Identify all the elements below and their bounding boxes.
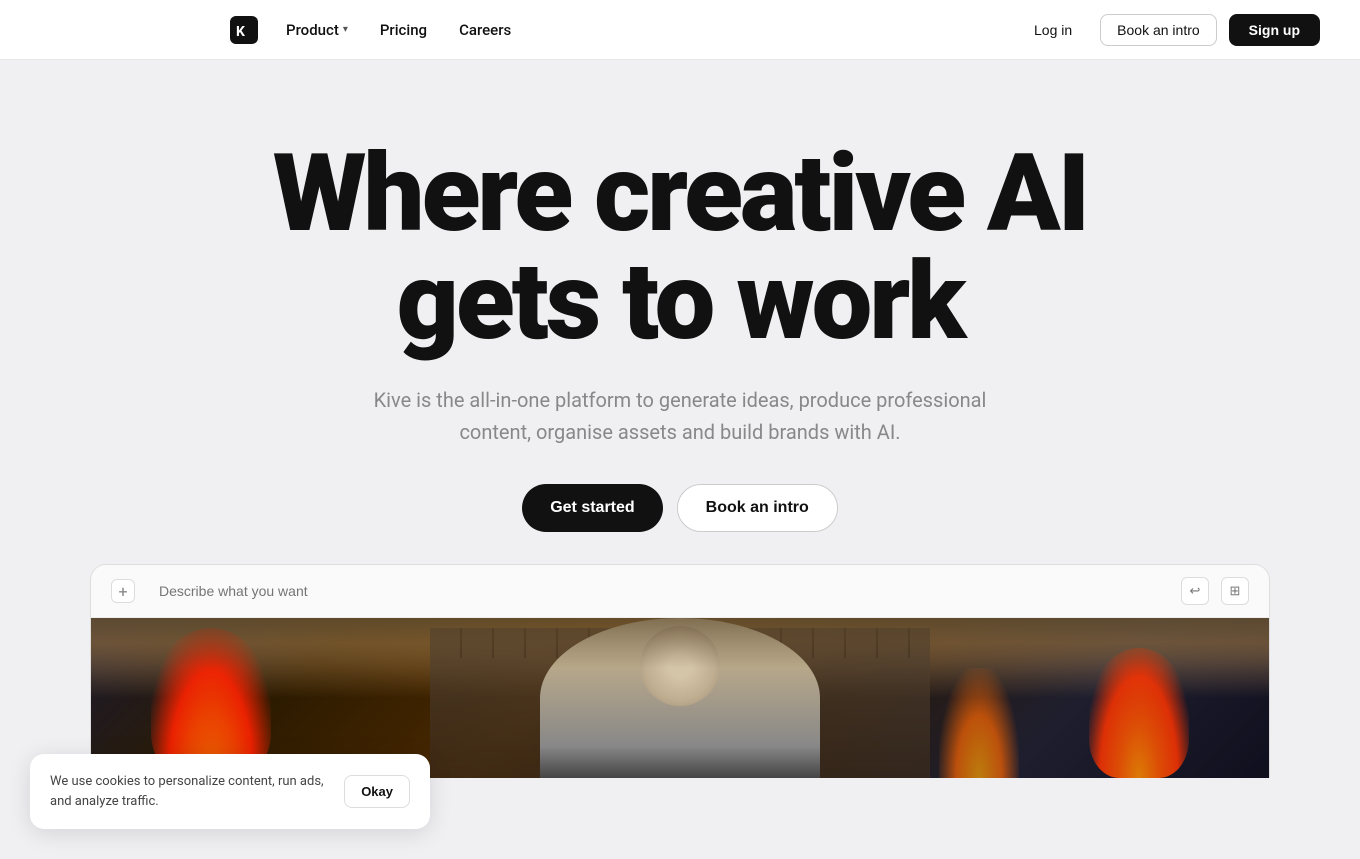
nav-careers[interactable]: Careers <box>447 15 523 45</box>
describe-input[interactable] <box>147 577 1169 605</box>
plus-icon: + <box>118 582 127 601</box>
figure-silhouette <box>540 618 820 778</box>
nav-product[interactable]: Product ▾ <box>274 15 360 45</box>
nav-right: Log in Book an intro Sign up <box>1018 14 1320 46</box>
add-button[interactable]: + <box>111 579 135 603</box>
hero-section: Where creative AI gets to work Kive is t… <box>0 0 1360 778</box>
logo-icon: K <box>230 16 258 44</box>
hero-subtitle: Kive is the all-in-one platform to gener… <box>370 384 990 448</box>
app-toolbar: + ↩ ⊞ <box>91 565 1269 618</box>
get-started-button[interactable]: Get started <box>522 484 662 532</box>
svg-text:K: K <box>236 24 245 40</box>
nav-pricing-label: Pricing <box>380 21 427 39</box>
cookie-text: We use cookies to personalize content, r… <box>50 772 324 811</box>
cookie-banner: We use cookies to personalize content, r… <box>30 754 430 829</box>
book-intro-hero-button[interactable]: Book an intro <box>677 484 838 532</box>
nav-pricing[interactable]: Pricing <box>368 15 439 45</box>
toolbar-icons: ↩ ⊞ <box>1181 577 1249 605</box>
hero-title-line2: gets to work <box>397 239 964 365</box>
hero-title: Where creative AI gets to work <box>273 140 1088 356</box>
nav-left: K Product ▾ Pricing Careers <box>230 15 523 45</box>
signup-button[interactable]: Sign up <box>1229 14 1320 46</box>
fire-center <box>939 668 1019 778</box>
undo-icon[interactable]: ↩ <box>1181 577 1209 605</box>
grid-icon[interactable]: ⊞ <box>1221 577 1249 605</box>
cookie-okay-button[interactable]: Okay <box>344 775 410 808</box>
chevron-down-icon: ▾ <box>343 24 348 35</box>
login-button[interactable]: Log in <box>1018 15 1088 45</box>
nav-careers-label: Careers <box>459 21 511 39</box>
app-preview: + ↩ ⊞ <box>90 564 1270 778</box>
navbar: K Product ▾ Pricing Careers Log in Book … <box>0 0 1360 60</box>
hero-cta-group: Get started Book an intro <box>522 484 838 532</box>
book-intro-button[interactable]: Book an intro <box>1100 14 1217 46</box>
fire-right <box>1089 648 1189 778</box>
nav-product-label: Product <box>286 21 339 39</box>
